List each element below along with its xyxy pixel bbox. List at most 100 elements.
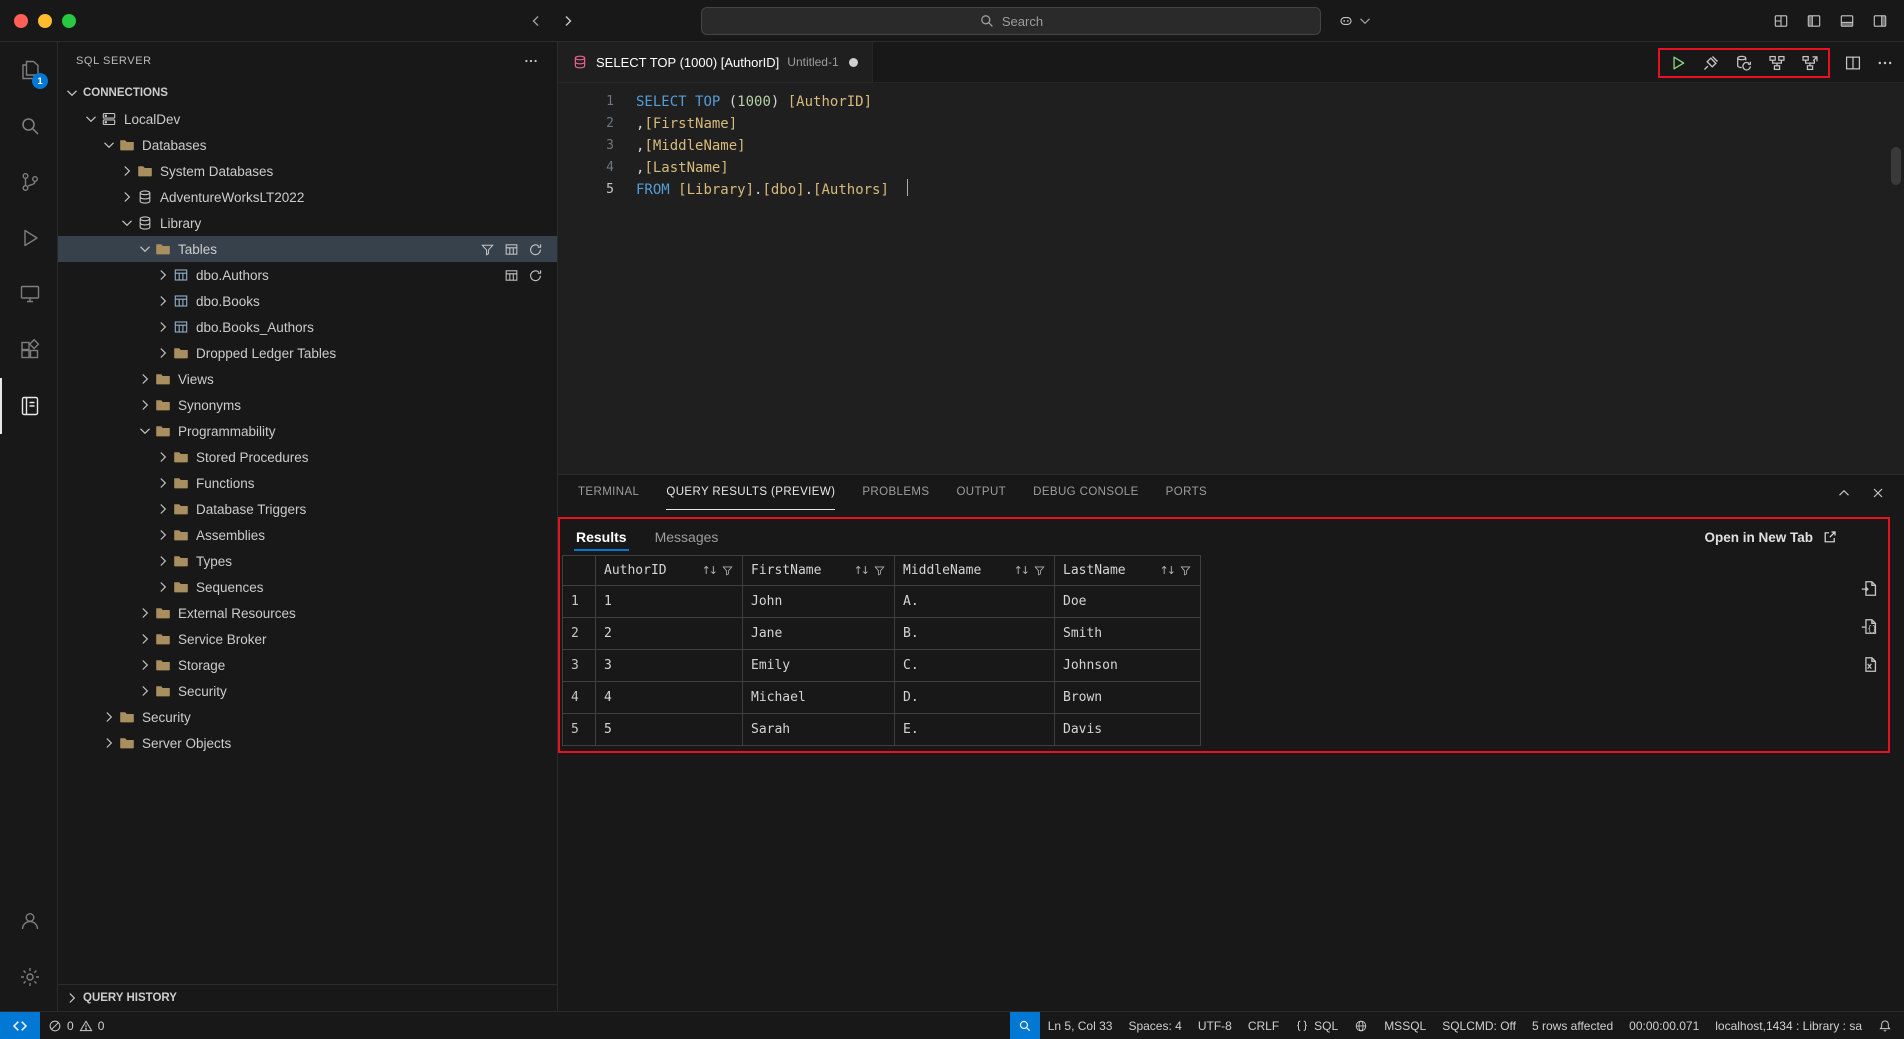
run-icon[interactable] bbox=[1669, 54, 1687, 72]
panel-tab-ports[interactable]: PORTS bbox=[1166, 475, 1207, 510]
filter-icon[interactable] bbox=[480, 242, 495, 257]
close-window-button[interactable] bbox=[14, 14, 28, 28]
tree-item-server-objects[interactable]: Server Objects bbox=[58, 730, 557, 756]
row-number-cell[interactable]: 2 bbox=[563, 618, 596, 650]
row-number-cell[interactable]: 1 bbox=[563, 586, 596, 618]
tree-item-database-triggers[interactable]: Database Triggers bbox=[58, 496, 557, 522]
grid-cell[interactable]: 2 bbox=[596, 618, 743, 650]
grid-cell[interactable]: A. bbox=[895, 586, 1055, 618]
save-excel-icon[interactable] bbox=[1860, 655, 1879, 674]
row-number-cell[interactable]: 4 bbox=[563, 682, 596, 714]
tree-item-dbo-books[interactable]: dbo.Books bbox=[58, 288, 557, 314]
filter-icon[interactable] bbox=[873, 564, 886, 577]
tree-item-programmability[interactable]: Programmability bbox=[58, 418, 557, 444]
grid-cell[interactable]: D. bbox=[895, 682, 1055, 714]
layout-sidebar-left-icon[interactable] bbox=[1806, 13, 1822, 29]
grid-cell[interactable]: Smith bbox=[1055, 618, 1201, 650]
status-item-language-mode[interactable]: SQL bbox=[1287, 1012, 1346, 1039]
tree-item-system-databases[interactable]: System Databases bbox=[58, 158, 557, 184]
tree-item-external-resources[interactable]: External Resources bbox=[58, 600, 557, 626]
grid-row[interactable]: 33EmilyC.Johnson bbox=[563, 650, 1201, 682]
grid-corner-cell[interactable] bbox=[563, 556, 596, 586]
panel-tab-debug-console[interactable]: DEBUG CONSOLE bbox=[1033, 475, 1139, 510]
back-icon[interactable] bbox=[528, 13, 544, 29]
grid-row[interactable]: 22JaneB.Smith bbox=[563, 618, 1201, 650]
activity-bar-item-search-big[interactable] bbox=[0, 98, 57, 154]
refresh-icon[interactable] bbox=[528, 242, 543, 257]
tree-item-dbo-authors[interactable]: dbo.Authors bbox=[58, 262, 557, 288]
zoom-window-button[interactable] bbox=[62, 14, 76, 28]
status-item-zoom-status[interactable] bbox=[1010, 1012, 1040, 1039]
tree-item-assemblies[interactable]: Assemblies bbox=[58, 522, 557, 548]
grid-row[interactable]: 55SarahE.Davis bbox=[563, 714, 1201, 746]
status-item-connection-info[interactable]: localhost,1434 : Library : sa bbox=[1707, 1012, 1870, 1039]
sort-icon[interactable]: ↑↓ bbox=[702, 564, 716, 577]
change-connection-icon[interactable] bbox=[1735, 54, 1753, 72]
grid-cell[interactable]: Davis bbox=[1055, 714, 1201, 746]
connections-section-header[interactable]: CONNECTIONS bbox=[58, 80, 557, 106]
filter-icon[interactable] bbox=[721, 564, 734, 577]
layout-panel-icon[interactable] bbox=[1839, 13, 1855, 29]
save-json-icon[interactable]: {} bbox=[1860, 617, 1879, 636]
results-tab-messages[interactable]: Messages bbox=[655, 519, 719, 555]
results-tab-results[interactable]: Results bbox=[576, 519, 627, 555]
tree-item-databases[interactable]: Databases bbox=[58, 132, 557, 158]
grid-cell[interactable]: Brown bbox=[1055, 682, 1201, 714]
tree-item-service-broker[interactable]: Service Broker bbox=[58, 626, 557, 652]
activity-bar-item-extensions[interactable] bbox=[0, 322, 57, 378]
filter-icon[interactable] bbox=[1033, 564, 1046, 577]
close-icon[interactable] bbox=[1870, 485, 1886, 501]
tree-item-stored-procedures[interactable]: Stored Procedures bbox=[58, 444, 557, 470]
tree-item-types[interactable]: Types bbox=[58, 548, 557, 574]
estimated-plan-icon[interactable] bbox=[1768, 54, 1786, 72]
status-item-indentation[interactable]: Spaces: 4 bbox=[1120, 1012, 1189, 1039]
status-item-rows-affected[interactable]: 5 rows affected bbox=[1524, 1012, 1621, 1039]
row-number-cell[interactable]: 5 bbox=[563, 714, 596, 746]
problems-status[interactable]: 0 0 bbox=[40, 1012, 112, 1039]
grid-column-header-middlename[interactable]: MiddleName↑↓ bbox=[895, 556, 1055, 586]
grid-cell[interactable]: Michael bbox=[743, 682, 895, 714]
refresh-icon[interactable] bbox=[528, 268, 543, 283]
tree-item-functions[interactable]: Functions bbox=[58, 470, 557, 496]
editor-tab[interactable]: SELECT TOP (1000) [AuthorID] Untitled-1 bbox=[558, 42, 873, 82]
status-item-eol[interactable]: CRLF bbox=[1240, 1012, 1287, 1039]
status-item-mssql-provider[interactable]: MSSQL bbox=[1376, 1012, 1434, 1039]
tree-item-security[interactable]: Security bbox=[58, 678, 557, 704]
tree-item-localdev[interactable]: LocalDev bbox=[58, 106, 557, 132]
sort-icon[interactable]: ↑↓ bbox=[854, 564, 868, 577]
tree-item-dbo-books-authors[interactable]: dbo.Books_Authors bbox=[58, 314, 557, 340]
row-number-cell[interactable]: 3 bbox=[563, 650, 596, 682]
modified-dot-icon[interactable] bbox=[849, 58, 858, 67]
tree-item-views[interactable]: Views bbox=[58, 366, 557, 392]
more-actions-icon[interactable] bbox=[523, 53, 539, 69]
activity-bar-item-remote-explorer[interactable] bbox=[0, 266, 57, 322]
panel-tab-problems[interactable]: PROBLEMS bbox=[862, 475, 929, 510]
sort-icon[interactable]: ↑↓ bbox=[1160, 564, 1174, 577]
grid-cell[interactable]: Johnson bbox=[1055, 650, 1201, 682]
grid-cell[interactable]: Doe bbox=[1055, 586, 1201, 618]
grid-cell[interactable]: B. bbox=[895, 618, 1055, 650]
filter-icon[interactable] bbox=[1179, 564, 1192, 577]
open-in-new-tab-button[interactable]: Open in New Tab bbox=[1704, 529, 1872, 545]
grid-cell[interactable]: Sarah bbox=[743, 714, 895, 746]
tree-item-sequences[interactable]: Sequences bbox=[58, 574, 557, 600]
tree-item-security[interactable]: Security bbox=[58, 704, 557, 730]
grid-row[interactable]: 44MichaelD.Brown bbox=[563, 682, 1201, 714]
activity-bar-item-explorer[interactable]: 1 bbox=[0, 42, 57, 98]
split-editor-icon[interactable] bbox=[1844, 54, 1862, 72]
panel-tab-output[interactable]: OUTPUT bbox=[956, 475, 1006, 510]
grid-cell[interactable]: 5 bbox=[596, 714, 743, 746]
grid-cell[interactable]: 1 bbox=[596, 586, 743, 618]
sort-icon[interactable]: ↑↓ bbox=[1014, 564, 1028, 577]
panel-tab-query-results-preview-[interactable]: QUERY RESULTS (PREVIEW) bbox=[666, 475, 835, 510]
status-item-encoding[interactable]: UTF-8 bbox=[1190, 1012, 1240, 1039]
grid-column-header-firstname[interactable]: FirstName↑↓ bbox=[743, 556, 895, 586]
customize-layout-icon[interactable] bbox=[1773, 13, 1789, 29]
command-center-search[interactable]: Search bbox=[701, 7, 1321, 35]
table-grid-icon[interactable] bbox=[504, 242, 519, 257]
panel-tab-terminal[interactable]: TERMINAL bbox=[578, 475, 639, 510]
more-actions-icon[interactable] bbox=[1876, 54, 1894, 72]
grid-cell[interactable]: 4 bbox=[596, 682, 743, 714]
grid-cell[interactable]: John bbox=[743, 586, 895, 618]
activity-bar-item-accounts[interactable] bbox=[0, 893, 57, 949]
